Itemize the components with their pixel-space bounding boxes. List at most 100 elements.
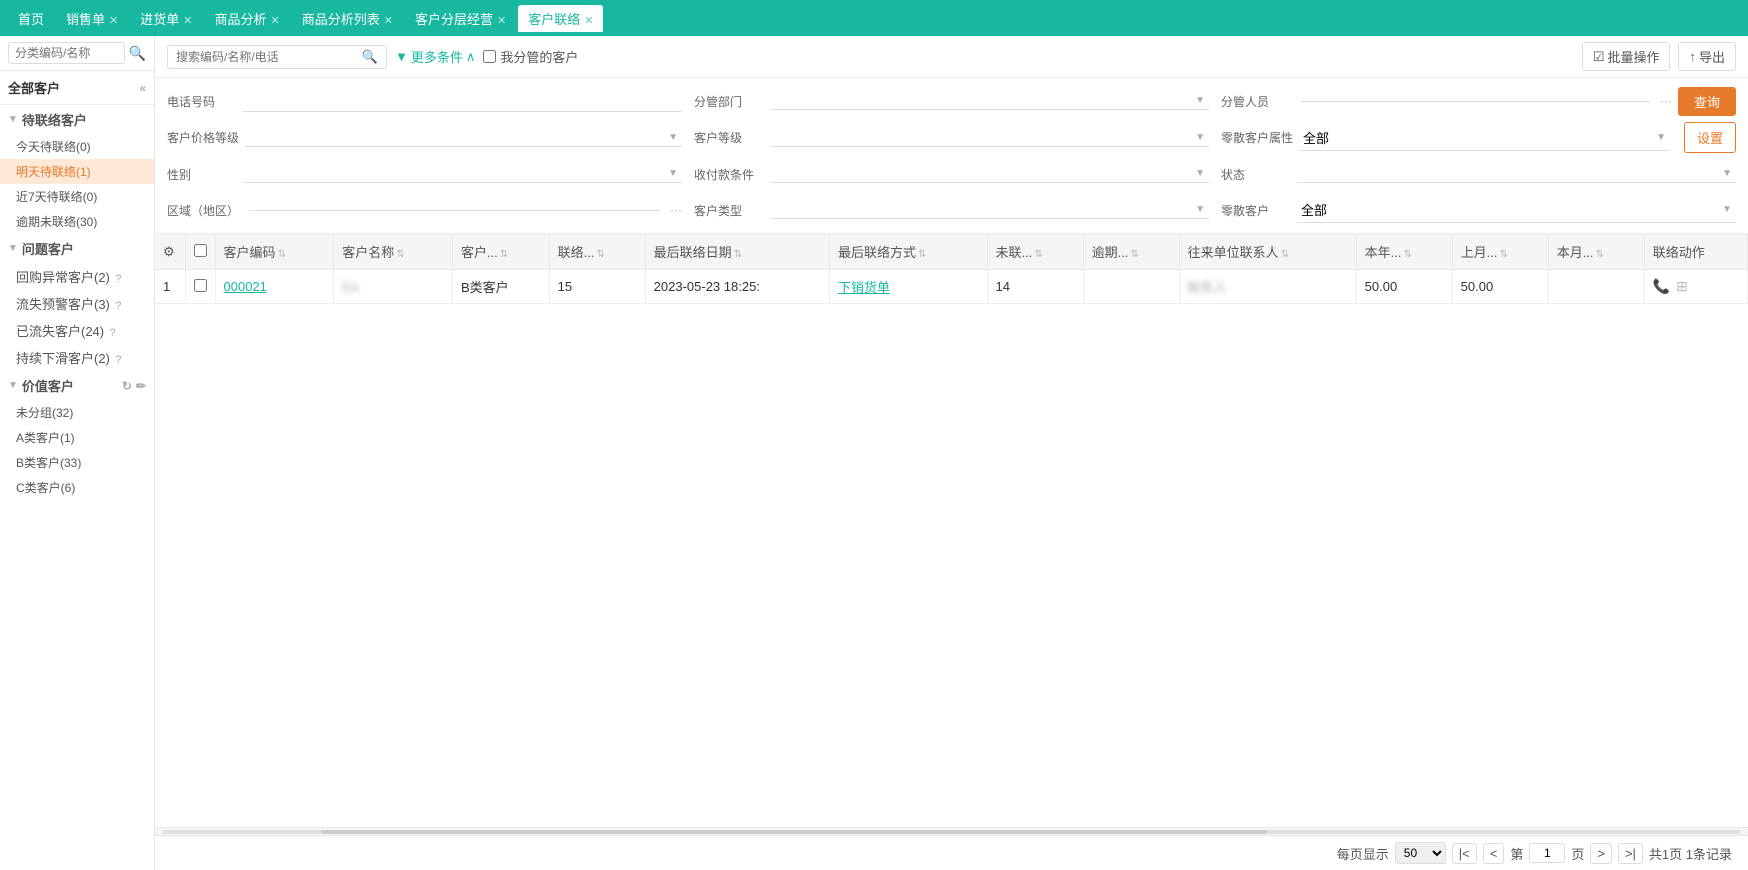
nav-customer-tier-close[interactable]: ✕ [497, 15, 506, 27]
filter-more-arrow: ∧ [466, 49, 476, 65]
sidebar-group-value[interactable]: ▼ 价值客户 ↻ ✏ [0, 371, 154, 400]
nav-purchase[interactable]: 进货单✕ [130, 5, 202, 32]
action-phone-icon[interactable]: 📞 [1653, 278, 1670, 295]
sidebar-item-declining[interactable]: 持续下滑客户(2) ? [0, 344, 154, 371]
sidebar-search-area: 🔍 [0, 36, 154, 71]
content-area: 🔍 ▼ 更多条件 ∧ 我分管的客户 ☑ 批量操作 ↑ 导出 [155, 36, 1748, 870]
nav-analysis-list[interactable]: 商品分析列表✕ [292, 5, 403, 32]
retail-label: 零散客户 [1221, 202, 1291, 219]
col-gear: ⚙ [155, 234, 185, 270]
col-last-method: 最后联络方式⇅ [829, 234, 987, 270]
nav-customer-contact-close[interactable]: ✕ [584, 15, 593, 27]
filter-search-input[interactable] [176, 50, 358, 64]
setting-btn[interactable]: 设置 [1684, 122, 1736, 153]
sidebar-item-churned[interactable]: 已流失客户(24) ? [0, 317, 154, 344]
action-icons: 📞 ⊞ [1653, 278, 1739, 295]
page-input[interactable] [1529, 843, 1565, 863]
sidebar-collapse-icon[interactable]: « [139, 81, 146, 95]
action-grid-icon[interactable]: ⊞ [1676, 278, 1688, 295]
customer-type-row: 客户类型 ▼ [694, 195, 1209, 225]
sidebar-search-icon[interactable]: 🔍 [129, 45, 146, 62]
page-suffix: 页 [1571, 844, 1584, 863]
value-refresh-icon[interactable]: ↻ [122, 379, 132, 393]
total-label: 共1页 1条记录 [1649, 844, 1732, 863]
customer-type-label: 客户类型 [694, 202, 764, 219]
row-checkbox[interactable] [194, 279, 207, 292]
batch-operation-btn[interactable]: ☑ 批量操作 [1582, 42, 1671, 71]
query-btn[interactable]: 查询 [1678, 87, 1736, 116]
sidebar-item-repurchase[interactable]: 回购异常客户(2) ? [0, 263, 154, 290]
status-select[interactable]: ▼ [1297, 165, 1736, 183]
filter-icon: ▼ [395, 49, 408, 64]
value-level-select[interactable]: ▼ [245, 129, 682, 147]
filter-search-icon: 🔍 [362, 49, 378, 65]
nav-analysis-list-close[interactable]: ✕ [384, 15, 393, 27]
retail-attr-row: 零散客户属性 全部 ▼ 设置 [1221, 122, 1736, 153]
col-last-date: 最后联络日期⇅ [645, 234, 829, 270]
customer-type-arrow: ▼ [1195, 204, 1205, 215]
last-page-btn[interactable]: >| [1618, 843, 1643, 864]
top-nav: 首页 销售单✕ 进货单✕ 商品分析✕ 商品分析列表✕ 客户分层经营✕ 客户联络✕ [0, 0, 1748, 36]
value-edit-icon[interactable]: ✏ [136, 379, 146, 393]
filter-search-box[interactable]: 🔍 [167, 45, 387, 69]
sidebar-item-a-class[interactable]: A类客户(1) [0, 425, 154, 450]
sidebar-item-tomorrow[interactable]: 明天待联络(1) [0, 159, 154, 184]
nav-analysis-close[interactable]: ✕ [271, 15, 280, 27]
nav-customer-tier[interactable]: 客户分层经营✕ [405, 5, 516, 32]
next-page-btn[interactable]: > [1590, 843, 1612, 864]
phone-input[interactable] [243, 91, 682, 112]
nav-analysis[interactable]: 商品分析✕ [204, 5, 289, 32]
row-type: B类客户 [452, 270, 549, 304]
person-dots[interactable]: ··· [1660, 94, 1672, 108]
sidebar: 🔍 全部客户 « ▼ 待联络客户 今天待联络(0) 明天待联络(1) 近7天待联… [0, 36, 155, 870]
retail-arrow: ▼ [1722, 204, 1732, 215]
sidebar-item-today[interactable]: 今天待联络(0) [0, 134, 154, 159]
gender-select[interactable]: ▼ [243, 165, 682, 183]
col-name: 客户名称⇅ [334, 234, 453, 270]
sidebar-item-ungrouped[interactable]: 未分组(32) [0, 400, 154, 425]
nav-sales-close[interactable]: ✕ [109, 15, 118, 27]
sidebar-item-overdue[interactable]: 逾期未联络(30) [0, 209, 154, 234]
filter-more-btn[interactable]: ▼ 更多条件 ∧ [395, 47, 475, 66]
customer-level-arrow: ▼ [1195, 132, 1205, 143]
status-arrow: ▼ [1722, 168, 1732, 179]
nav-purchase-close[interactable]: ✕ [183, 15, 192, 27]
region-dots[interactable]: ··· [670, 203, 682, 217]
retail-attr-select[interactable]: 全部 ▼ [1299, 125, 1670, 151]
sidebar-item-b-class[interactable]: B类客户(33) [0, 450, 154, 475]
sidebar-item-c-class[interactable]: C类客户(6) [0, 475, 154, 500]
export-btn[interactable]: ↑ 导出 [1678, 42, 1736, 71]
phone-label: 电话号码 [167, 93, 237, 110]
customer-level-select[interactable]: ▼ [770, 129, 1209, 147]
horizontal-scrollbar[interactable] [155, 827, 1748, 835]
payment-row: 收付款条件 ▼ [694, 159, 1209, 189]
sidebar-item-week[interactable]: 近7天待联络(0) [0, 184, 154, 209]
sidebar-search-input[interactable] [8, 42, 125, 64]
sidebar-item-churn-warning[interactable]: 流失预警客户(3) ? [0, 290, 154, 317]
dept-select[interactable]: ▼ [770, 92, 1209, 110]
payment-arrow: ▼ [1195, 168, 1205, 179]
pagination: 每页显示 50 100 200 |< < 第 页 > >| 共1页 1条记录 [155, 835, 1748, 870]
dept-arrow: ▼ [1195, 95, 1205, 106]
sidebar-group-pending[interactable]: ▼ 待联络客户 [0, 105, 154, 134]
row-last-method[interactable]: 下销货单 [829, 270, 987, 304]
my-customers-checkbox-label[interactable]: 我分管的客户 [483, 47, 578, 66]
select-all-checkbox[interactable] [194, 244, 207, 257]
sidebar-group-problem[interactable]: ▼ 问题客户 [0, 234, 154, 263]
customer-type-select[interactable]: ▼ [770, 201, 1209, 219]
sidebar-group-problem-arrow: ▼ [8, 243, 18, 254]
per-page-select[interactable]: 50 100 200 [1395, 842, 1446, 864]
payment-select[interactable]: ▼ [770, 165, 1209, 183]
sidebar-all-customers[interactable]: 全部客户 « [0, 71, 154, 105]
nav-sales[interactable]: 销售单✕ [56, 5, 128, 32]
retail-select[interactable]: 全部 ▼ [1297, 197, 1736, 223]
nav-home[interactable]: 首页 [8, 5, 54, 32]
nav-customer-contact[interactable]: 客户联络✕ [518, 5, 603, 32]
main-layout: 🔍 全部客户 « ▼ 待联络客户 今天待联络(0) 明天待联络(1) 近7天待联… [0, 36, 1748, 870]
row-code[interactable]: 000021 [215, 270, 334, 304]
page-label: 第 [1510, 844, 1523, 863]
my-customers-checkbox[interactable] [483, 50, 496, 63]
first-page-btn[interactable]: |< [1452, 843, 1477, 864]
prev-page-btn[interactable]: < [1483, 843, 1505, 864]
dept-row: 分管部门 ▼ [694, 86, 1209, 116]
